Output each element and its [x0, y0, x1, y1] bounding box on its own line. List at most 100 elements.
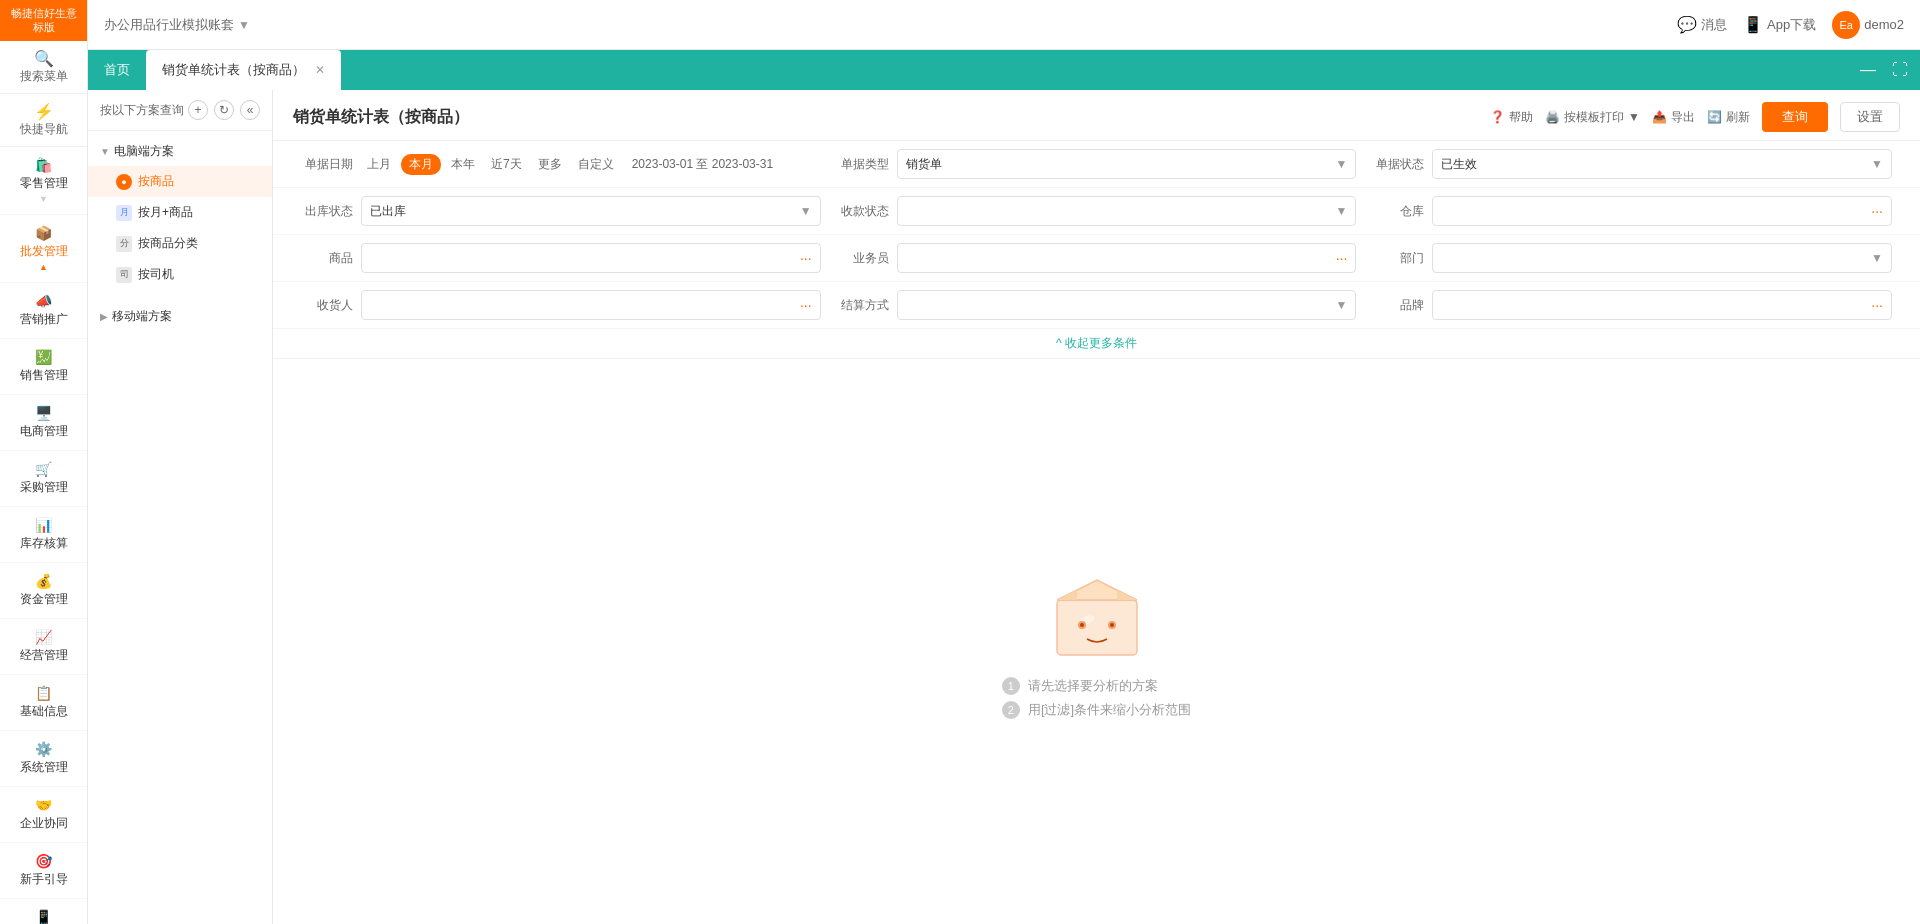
- scheme-item-by-month-goods[interactable]: 月 按月+商品: [88, 197, 272, 228]
- sidebar-item-search[interactable]: 🔍 搜索菜单: [0, 41, 87, 94]
- bill-type-select[interactable]: 销货单 ▼: [897, 149, 1357, 179]
- scheme-item-by-category[interactable]: 分 按商品分类: [88, 228, 272, 259]
- date-more[interactable]: 更多: [532, 153, 568, 176]
- sidebar-item-retail[interactable]: 🛍️ 零售管理 ▼: [0, 147, 87, 215]
- salesperson-dots-icon[interactable]: ···: [1336, 250, 1348, 266]
- query-button[interactable]: 查询: [1762, 102, 1828, 132]
- inventory-icon: 📊: [35, 517, 52, 533]
- date-last-month[interactable]: 上月: [361, 153, 397, 176]
- warehouse-dots-icon[interactable]: ···: [1871, 203, 1883, 219]
- brand-dots-icon[interactable]: ···: [1871, 297, 1883, 313]
- receiver-dots-icon[interactable]: ···: [800, 297, 812, 313]
- sidebar-item-finance[interactable]: 💰 资金管理: [0, 563, 87, 619]
- scheme-add-btn[interactable]: +: [188, 100, 208, 120]
- chevron-down-icon: ▼: [39, 194, 48, 204]
- date-this-year[interactable]: 本年: [445, 153, 481, 176]
- home-tab-label: 首页: [104, 61, 130, 79]
- help-btn[interactable]: ❓ 帮助: [1490, 109, 1533, 126]
- tab-maximize-icon[interactable]: ⛶: [1888, 57, 1912, 83]
- empty-svg: [1037, 565, 1157, 665]
- filter-date-cell: 单据日期 上月 本月 本年 近7天 更多 自定义 2023-03-01 至 20…: [293, 153, 829, 176]
- date-this-month[interactable]: 本月: [401, 154, 441, 175]
- sales-report-tab-label: 销货单统计表（按商品）: [162, 61, 305, 79]
- settings-button[interactable]: 设置: [1840, 102, 1900, 132]
- collapse-bar[interactable]: ^ 收起更多条件: [273, 329, 1920, 359]
- sidebar-item-collab[interactable]: 🤝 企业协同: [0, 787, 87, 843]
- brand-input[interactable]: ···: [1432, 290, 1892, 320]
- export-btn[interactable]: 📤 导出: [1652, 109, 1695, 126]
- filter-warehouse-cell: 仓库 ···: [1364, 196, 1900, 226]
- sidebar: 畅捷信好生意 标版 🔍 搜索菜单 ⚡ 快捷导航 🛍️ 零售管理 ▼ 📦 批发管理…: [0, 0, 88, 924]
- date-custom[interactable]: 自定义: [572, 153, 620, 176]
- sidebar-item-ecommerce[interactable]: 🖥️ 电商管理: [0, 395, 87, 451]
- filter-receiver-cell: 收货人 ···: [293, 290, 829, 320]
- phone-icon: 📱: [1743, 15, 1763, 34]
- scheme-desktop-section-title[interactable]: ▼ 电脑端方案: [88, 137, 272, 166]
- sales-icon: 💹: [35, 349, 52, 365]
- scheme-refresh-btn[interactable]: ↻: [214, 100, 234, 120]
- out-status-label: 出库状态: [301, 203, 361, 220]
- scheme-item-by-goods[interactable]: ● 按商品: [88, 166, 272, 197]
- bill-status-select[interactable]: 已生效 ▼: [1432, 149, 1892, 179]
- filters-wrapper: 单据日期 上月 本月 本年 近7天 更多 自定义 2023-03-01 至 20…: [273, 141, 1920, 359]
- sidebar-item-appstore[interactable]: 📱 应用中心: [0, 899, 87, 924]
- scheme-mobile-section-title[interactable]: ▶ 移动端方案: [88, 302, 272, 331]
- dept-select[interactable]: ▼: [1432, 243, 1892, 273]
- out-status-select[interactable]: 已出库 ▼: [361, 196, 821, 226]
- scheme-item-by-driver[interactable]: 司 按司机: [88, 259, 272, 290]
- sidebar-item-system[interactable]: ⚙️ 系统管理: [0, 731, 87, 787]
- sidebar-item-wholesale[interactable]: 📦 批发管理 ▲: [0, 215, 87, 283]
- filter-bill-status-cell: 单据状态 已生效 ▼: [1364, 149, 1900, 179]
- tab-minimize-icon[interactable]: —: [1856, 57, 1880, 83]
- sidebar-item-sales[interactable]: 💹 销售管理: [0, 339, 87, 395]
- goods-dots-icon[interactable]: ···: [800, 250, 812, 266]
- sidebar-item-operations[interactable]: 📈 经营管理: [0, 619, 87, 675]
- refresh-icon: 🔄: [1707, 110, 1722, 124]
- filter-collect-status-cell: 收款状态 ▼: [829, 196, 1365, 226]
- goods-input[interactable]: ···: [361, 243, 821, 273]
- svg-marker-3: [1117, 590, 1137, 600]
- sidebar-item-marketing[interactable]: 📣 营销推广: [0, 283, 87, 339]
- help-icon: ❓: [1490, 110, 1505, 124]
- scheme-panel: 按以下方案查询 + ↻ « ▼ 电脑端方案 ● 按商品 月 按月+: [88, 90, 273, 924]
- sidebar-item-inventory[interactable]: 📊 库存核算: [0, 507, 87, 563]
- app-download-btn[interactable]: 📱 App下载: [1743, 15, 1816, 34]
- by-goods-label: 按商品: [138, 173, 174, 190]
- receiver-input[interactable]: ···: [361, 290, 821, 320]
- warehouse-input[interactable]: ···: [1432, 196, 1892, 226]
- message-btn[interactable]: 💬 消息: [1677, 15, 1727, 34]
- tab-close-icon[interactable]: ✕: [315, 63, 325, 77]
- hint-text-1: 请先选择要分析的方案: [1028, 677, 1158, 695]
- by-month-goods-icon: 月: [116, 205, 132, 221]
- hint-num-1: 1: [1002, 677, 1020, 695]
- export-label: 导出: [1671, 109, 1695, 126]
- sidebar-item-purchase[interactable]: 🛒 采购管理: [0, 451, 87, 507]
- settle-method-select[interactable]: ▼: [897, 290, 1357, 320]
- export-icon: 📤: [1652, 110, 1667, 124]
- page-actions: ❓ 帮助 🖨️ 按模板打印 ▼ 📤 导出 🔄 刷新: [1490, 102, 1900, 132]
- date-last-7days[interactable]: 近7天: [485, 153, 528, 176]
- guide-icon: 🎯: [35, 853, 52, 869]
- user-menu[interactable]: Ea demo2: [1832, 11, 1904, 39]
- tab-home[interactable]: 首页: [88, 50, 146, 90]
- filter-brand-cell: 品牌 ···: [1364, 290, 1900, 320]
- print-btn[interactable]: 🖨️ 按模板打印 ▼: [1545, 109, 1640, 126]
- message-icon: 💬: [1677, 15, 1697, 34]
- workspace-selector[interactable]: 办公用品行业模拟账套 ▼: [104, 16, 250, 34]
- sidebar-item-guide[interactable]: 🎯 新手引导: [0, 843, 87, 899]
- refresh-btn[interactable]: 🔄 刷新: [1707, 109, 1750, 126]
- settle-chevron-icon: ▼: [1335, 298, 1347, 312]
- sidebar-item-quick-nav[interactable]: ⚡ 快捷导航: [0, 94, 87, 147]
- tab-sales-report[interactable]: 销货单统计表（按商品） ✕: [146, 50, 341, 90]
- collect-status-select[interactable]: ▼: [897, 196, 1357, 226]
- scheme-panel-actions: + ↻ «: [188, 100, 260, 120]
- page-header: 销货单统计表（按商品） ❓ 帮助 🖨️ 按模板打印 ▼ 📤 导出: [273, 90, 1920, 141]
- bill-status-chevron-icon: ▼: [1871, 157, 1883, 171]
- sidebar-item-basic-info[interactable]: 📋 基础信息: [0, 675, 87, 731]
- scheme-collapse-btn[interactable]: «: [240, 100, 260, 120]
- message-label: 消息: [1701, 16, 1727, 34]
- collect-status-label: 收款状态: [837, 203, 897, 220]
- scheme-mobile-section: ▶ 移动端方案: [88, 296, 272, 337]
- salesperson-input[interactable]: ···: [897, 243, 1357, 273]
- goods-label: 商品: [301, 250, 361, 267]
